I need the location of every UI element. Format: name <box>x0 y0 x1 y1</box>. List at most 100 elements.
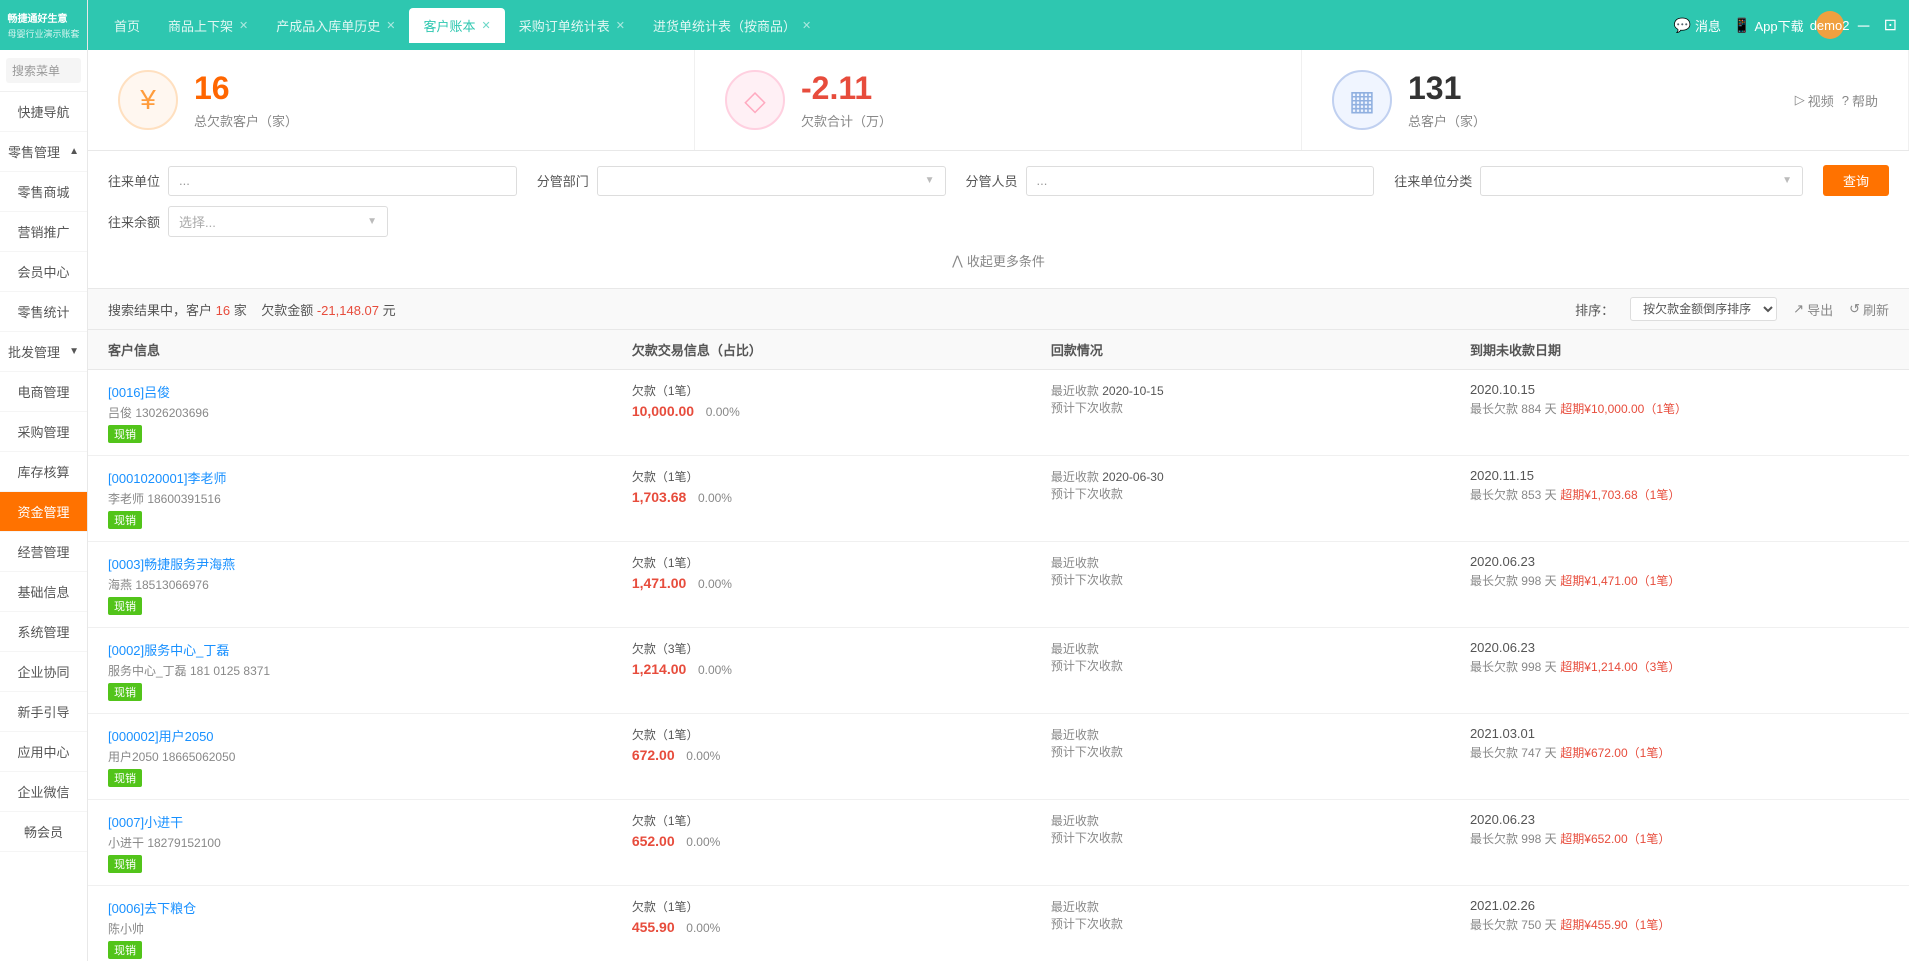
export-button[interactable]: ↗ 导出 <box>1793 300 1833 319</box>
tab-customer-ledger[interactable]: 客户账本 ✕ <box>409 8 504 43</box>
tab-home[interactable]: 首页 <box>100 8 154 43</box>
minimize-icon[interactable]: － <box>1856 13 1872 37</box>
close-icon[interactable]: ✕ <box>482 19 491 32</box>
sidebar-search-area[interactable]: 搜索菜单 <box>0 50 87 92</box>
customer-unit-input[interactable]: ... <box>168 166 517 196</box>
sidebar-item-ecommerce[interactable]: 电商管理 <box>0 372 87 412</box>
collapse-filter-button[interactable]: ⋀ 收起更多条件 <box>108 247 1889 274</box>
customer-tag: 现销 <box>108 511 142 529</box>
chevron-up-icon: ⋀ <box>952 253 963 269</box>
search-menu-button[interactable]: 搜索菜单 <box>6 58 81 83</box>
help-button[interactable]: ? 帮助 <box>1842 91 1878 110</box>
manager-input[interactable]: ... <box>1026 166 1375 196</box>
overdue-detail-link[interactable]: 超期¥652.00（1笔） <box>1560 832 1670 846</box>
sidebar-item-member-vip[interactable]: 畅会员 <box>0 812 87 852</box>
overdue-detail-link[interactable]: 超期¥672.00（1笔） <box>1560 746 1670 760</box>
overdue-cell: 2020.06.23 最长欠款 998 天 超期¥652.00（1笔） <box>1470 812 1889 847</box>
collection-cell: 最近收款 预计下次收款 <box>1051 726 1470 760</box>
total-debt-value: -2.11 <box>801 70 892 107</box>
customer-name-link[interactable]: [0006]去下粮仓 <box>108 898 632 917</box>
customer-name-link[interactable]: [0001020001]李老师 <box>108 468 632 487</box>
sidebar-item-purchase[interactable]: 采购管理 <box>0 412 87 452</box>
sidebar-item-enterprise-wechat[interactable]: 企业微信 <box>0 772 87 812</box>
sidebar-item-beginner[interactable]: 新手引导 <box>0 692 87 732</box>
chevron-down-icon: ▼ <box>367 216 377 227</box>
customer-tag: 现销 <box>108 769 142 787</box>
stat-info-total: -2.11 欠款合计（万） <box>801 70 892 130</box>
collection-cell: 最近收款 预计下次收款 <box>1051 812 1470 846</box>
result-info: 搜索结果中，客户 16 家 欠款金额 -21,148.07 元 <box>108 300 396 319</box>
customer-table: 客户信息 欠款交易信息（占比） 回款情况 到期未收款日期 [0016]吕俊 吕俊… <box>88 330 1909 961</box>
sidebar-item-quick-nav[interactable]: 快捷导航 <box>0 92 87 132</box>
table-row: [0006]去下粮仓 陈小帅 现销 欠款（1笔） 455.90 0.00% 最近… <box>88 886 1909 961</box>
chevron-down-icon: ▲ <box>69 146 79 157</box>
sidebar-item-basic-info[interactable]: 基础信息 <box>0 572 87 612</box>
customer-name-link[interactable]: [0007]小进干 <box>108 812 632 831</box>
customer-info-cell: [0016]吕俊 吕俊 13026203696 现销 <box>108 382 632 443</box>
customer-tag: 现销 <box>108 855 142 873</box>
total-customers-icon: ▦ <box>1332 70 1392 130</box>
stats-bar: ¥ 16 总欠款客户（家） ◇ -2.11 欠款合计（万） ▦ 131 总客户（… <box>88 50 1909 151</box>
overdue-detail-link[interactable]: 超期¥1,471.00（1笔） <box>1560 574 1680 588</box>
close-icon[interactable]: ✕ <box>239 19 248 32</box>
customer-name-link[interactable]: [0016]吕俊 <box>108 382 632 401</box>
customer-tag: 现销 <box>108 597 142 615</box>
close-icon[interactable]: ✕ <box>802 19 811 32</box>
download-icon: 📱 <box>1733 17 1750 34</box>
filter-department: 分管部门 ▼ <box>537 166 946 196</box>
tab-inbound-stats[interactable]: 进货单统计表（按商品） ✕ <box>639 8 825 43</box>
refresh-button[interactable]: ↺ 刷新 <box>1849 300 1889 319</box>
sidebar-item-marketing[interactable]: 营销推广 <box>0 212 87 252</box>
sidebar-item-finance[interactable]: 资金管理 <box>0 492 87 532</box>
customer-info-cell: [0003]畅捷服务尹海燕 海燕 18513066976 现销 <box>108 554 632 615</box>
video-button[interactable]: ▷ 视频 <box>1795 91 1834 110</box>
customer-phone: 小进干 18279152100 <box>108 834 632 851</box>
tab-product-listing[interactable]: 商品上下架 ✕ <box>154 8 262 43</box>
video-icon: ▷ <box>1795 92 1805 108</box>
sidebar-item-enterprise-collab[interactable]: 企业协同 <box>0 652 87 692</box>
customer-name-link[interactable]: [0003]畅捷服务尹海燕 <box>108 554 632 573</box>
customer-name-link[interactable]: [000002]用户2050 <box>108 726 632 745</box>
search-button[interactable]: 查询 <box>1823 165 1889 196</box>
customer-info-cell: [0007]小进干 小进干 18279152100 现销 <box>108 812 632 873</box>
content-area: ¥ 16 总欠款客户（家） ◇ -2.11 欠款合计（万） ▦ 131 总客户（… <box>88 50 1909 961</box>
tab-purchase-stats[interactable]: 采购订单统计表 ✕ <box>505 8 639 43</box>
overdue-detail-link[interactable]: 超期¥455.90（1笔） <box>1560 918 1670 932</box>
unit-category-select[interactable]: ▼ <box>1480 166 1803 196</box>
collection-cell: 最近收款 2020-06-30 预计下次收款 <box>1051 468 1470 502</box>
filter-balance: 往来余额 选择... ▼ <box>108 206 388 237</box>
chevron-down-icon: ▼ <box>69 346 79 357</box>
app-download-button[interactable]: 📱 App下载 <box>1733 16 1804 35</box>
sidebar-item-member[interactable]: 会员中心 <box>0 252 87 292</box>
sidebar-item-retail-mgmt[interactable]: 零售管理 ▲ <box>0 132 87 172</box>
customer-phone: 吕俊 13026203696 <box>108 404 632 421</box>
customer-name-link[interactable]: [0002]服务中心_丁磊 <box>108 640 632 659</box>
filter-row-1: 往来单位 ... 分管部门 ▼ 分管人员 ... <box>108 165 1889 196</box>
department-select[interactable]: ▼ <box>597 166 946 196</box>
sort-select[interactable]: 按欠款金额倒序排序 <box>1630 297 1777 321</box>
sidebar-item-app-center[interactable]: 应用中心 <box>0 732 87 772</box>
close-icon[interactable]: ✕ <box>386 19 395 32</box>
collection-cell: 最近收款 2020-10-15 预计下次收款 <box>1051 382 1470 416</box>
customer-tag: 现销 <box>108 683 142 701</box>
sidebar-item-system[interactable]: 系统管理 <box>0 612 87 652</box>
sidebar-item-wholesale[interactable]: 批发管理 ▼ <box>0 332 87 372</box>
overdue-detail-link[interactable]: 超期¥10,000.00（1笔） <box>1560 402 1687 416</box>
overdue-detail-link[interactable]: 超期¥1,703.68（1笔） <box>1560 488 1680 502</box>
balance-select[interactable]: 选择... ▼ <box>168 206 388 237</box>
tab-production-history[interactable]: 产成品入库单历史 ✕ <box>262 8 409 43</box>
overdue-cell: 2020.06.23 最长欠款 998 天 超期¥1,471.00（1笔） <box>1470 554 1889 589</box>
maximize-icon[interactable]: ⊡ <box>1884 15 1897 35</box>
filter-section: 往来单位 ... 分管部门 ▼ 分管人员 ... <box>88 151 1909 289</box>
message-button[interactable]: 💬 消息 <box>1674 16 1721 35</box>
sidebar-item-operations[interactable]: 经营管理 <box>0 532 87 572</box>
col-header-debt: 欠款交易信息（占比） <box>632 340 1051 359</box>
sidebar-item-retail-stats[interactable]: 零售统计 <box>0 292 87 332</box>
sidebar-item-retail-mall[interactable]: 零售商城 <box>0 172 87 212</box>
close-icon[interactable]: ✕ <box>616 19 625 32</box>
customer-phone: 服务中心_丁磊 181 0125 8371 <box>108 662 632 679</box>
user-avatar[interactable]: demo2 <box>1816 11 1844 39</box>
total-customers-value: 131 <box>1408 70 1486 107</box>
sidebar-item-inventory[interactable]: 库存核算 <box>0 452 87 492</box>
overdue-detail-link[interactable]: 超期¥1,214.00（3笔） <box>1560 660 1680 674</box>
